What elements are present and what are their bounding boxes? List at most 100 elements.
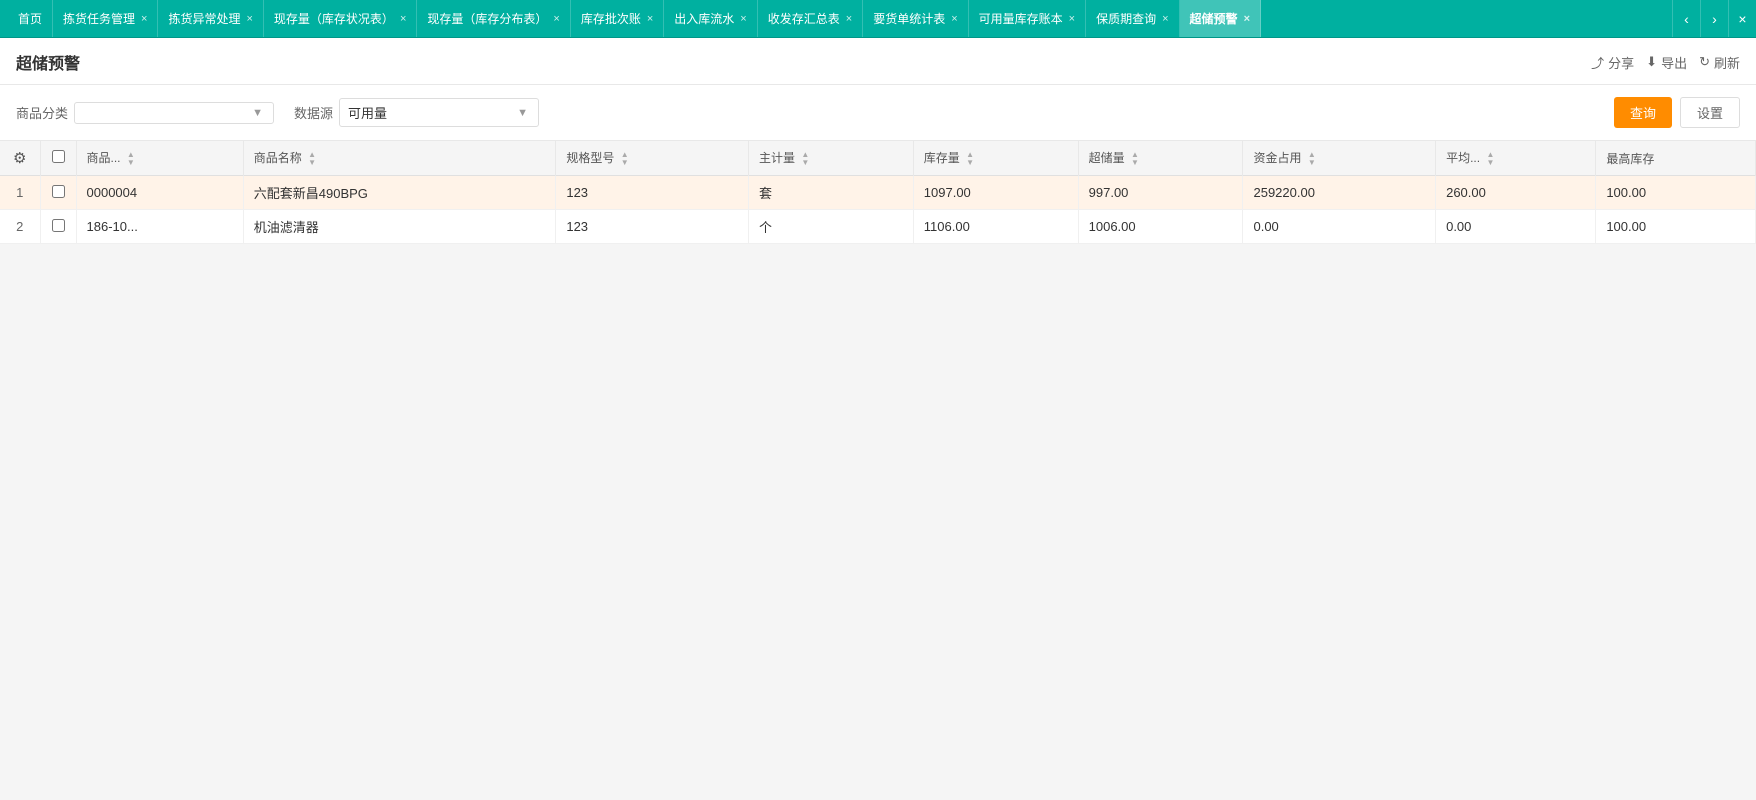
- gear-icon[interactable]: ⚙: [13, 150, 26, 167]
- close-tab-picking-task[interactable]: ×: [141, 13, 147, 25]
- row-max-stock: 100.00: [1596, 210, 1756, 244]
- row-product-name: 机油滤清器: [243, 210, 556, 244]
- nav-tab-inventory-status[interactable]: 现存量（库存状况表） ×: [264, 0, 417, 38]
- row-checkbox-cell[interactable]: [40, 210, 76, 244]
- row-stock: 1106.00: [913, 210, 1078, 244]
- close-tab-inventory-status[interactable]: ×: [400, 13, 406, 25]
- table-row: 2 186-10... 机油滤清器 123 个 1106.00 1006.00 …: [0, 210, 1756, 244]
- nav-tab-inout-flow[interactable]: 出入库流水 ×: [664, 0, 757, 38]
- row-checkbox[interactable]: [52, 185, 65, 198]
- nav-arrow-left[interactable]: ‹: [1672, 0, 1700, 38]
- export-icon: ⬇: [1646, 54, 1657, 70]
- nav-arrows: ‹ › ×: [1672, 0, 1756, 38]
- row-max-stock: 100.00: [1596, 176, 1756, 210]
- sort-product-code: ▲▼: [127, 151, 135, 167]
- data-source-label: 数据源: [294, 103, 333, 122]
- close-tab-inventory-dist[interactable]: ×: [553, 13, 559, 25]
- nav-tab-home[interactable]: 首页: [8, 0, 53, 38]
- row-checkbox-cell[interactable]: [40, 176, 76, 210]
- column-gear[interactable]: ⚙: [0, 141, 40, 176]
- column-avg[interactable]: 平均... ▲▼: [1436, 141, 1596, 176]
- product-category-filter: 商品分类 ▼: [16, 102, 274, 124]
- close-tab-available-stock[interactable]: ×: [1069, 13, 1075, 25]
- table-header-row: ⚙ 商品... ▲▼ 商品名称 ▲▼ 规格型号 ▲▼ 主计: [0, 141, 1756, 176]
- query-button[interactable]: 查询: [1614, 97, 1672, 128]
- nav-tab-picking-task[interactable]: 拣货任务管理 ×: [53, 0, 158, 38]
- close-tab-batch-account[interactable]: ×: [647, 13, 653, 25]
- close-tab-overstock[interactable]: ×: [1244, 13, 1250, 25]
- row-avg: 260.00: [1436, 176, 1596, 210]
- row-unit: 个: [748, 210, 913, 244]
- column-product-code[interactable]: 商品... ▲▼: [76, 141, 243, 176]
- close-tab-inout-flow[interactable]: ×: [740, 13, 746, 25]
- column-checkbox: [40, 141, 76, 176]
- product-category-label: 商品分类: [16, 103, 68, 122]
- refresh-icon: ↻: [1699, 54, 1710, 70]
- nav-tab-batch-account[interactable]: 库存批次账 ×: [571, 0, 664, 38]
- nav-tab-order-stats[interactable]: 要货单统计表 ×: [863, 0, 968, 38]
- product-category-arrow: ▼: [252, 107, 263, 119]
- close-tab-order-stats[interactable]: ×: [951, 13, 957, 25]
- nav-arrow-right[interactable]: ›: [1700, 0, 1728, 38]
- data-source-value: 可用量: [348, 103, 387, 122]
- page-header: 超储预警 ⤴ 分享 ⬇ 导出 ↻ 刷新: [0, 38, 1756, 85]
- filter-buttons: 查询 设置: [1614, 97, 1740, 128]
- filter-area: 商品分类 ▼ 数据源 可用量 ▼ 查询 设置: [0, 85, 1756, 141]
- page-title: 超储预警: [16, 50, 80, 74]
- row-spec: 123: [556, 210, 749, 244]
- sort-stock: ▲▼: [966, 151, 974, 167]
- sort-spec: ▲▼: [621, 151, 629, 167]
- table-row: 1 0000004 六配套新昌490BPG 123 套 1097.00 997.…: [0, 176, 1756, 210]
- sort-capital: ▲▼: [1308, 151, 1316, 167]
- share-icon: ⤴: [1591, 53, 1604, 72]
- column-capital[interactable]: 资金占用 ▲▼: [1243, 141, 1436, 176]
- row-product-code: 186-10...: [76, 210, 243, 244]
- row-stock: 1097.00: [913, 176, 1078, 210]
- data-source-select[interactable]: 可用量 ▼: [339, 98, 539, 127]
- row-product-code: 0000004: [76, 176, 243, 210]
- sort-unit: ▲▼: [801, 151, 809, 167]
- nav-tab-inventory-dist[interactable]: 现存量（库存分布表） ×: [417, 0, 570, 38]
- close-tab-summary[interactable]: ×: [846, 13, 852, 25]
- top-navigation: 首页 拣货任务管理 × 拣货异常处理 × 现存量（库存状况表） × 现存量（库存…: [0, 0, 1756, 38]
- refresh-button[interactable]: ↻ 刷新: [1699, 53, 1740, 72]
- column-spec[interactable]: 规格型号 ▲▼: [556, 141, 749, 176]
- column-stock[interactable]: 库存量 ▲▼: [913, 141, 1078, 176]
- overstock-table: ⚙ 商品... ▲▼ 商品名称 ▲▼ 规格型号 ▲▼ 主计: [0, 141, 1756, 244]
- sort-avg: ▲▼: [1486, 151, 1494, 167]
- row-overstock: 997.00: [1078, 176, 1243, 210]
- nav-tab-expiry[interactable]: 保质期查询 ×: [1086, 0, 1179, 38]
- row-number: 2: [0, 210, 40, 244]
- sort-product-name: ▲▼: [308, 151, 316, 167]
- column-overstock[interactable]: 超储量 ▲▼: [1078, 141, 1243, 176]
- product-category-select[interactable]: ▼: [74, 102, 274, 124]
- nav-arrow-more[interactable]: ×: [1728, 0, 1756, 38]
- row-unit: 套: [748, 176, 913, 210]
- row-capital: 259220.00: [1243, 176, 1436, 210]
- sort-overstock: ▲▼: [1131, 151, 1139, 167]
- nav-tab-overstock[interactable]: 超储预警 ×: [1180, 0, 1261, 38]
- row-number: 1: [0, 176, 40, 210]
- settings-button[interactable]: 设置: [1680, 97, 1740, 128]
- content-area: ⚙ 商品... ▲▼ 商品名称 ▲▼ 规格型号 ▲▼ 主计: [0, 141, 1756, 244]
- row-product-name: 六配套新昌490BPG: [243, 176, 556, 210]
- nav-tab-available-stock[interactable]: 可用量库存账本 ×: [969, 0, 1086, 38]
- column-product-name[interactable]: 商品名称 ▲▼: [243, 141, 556, 176]
- nav-tab-summary[interactable]: 收发存汇总表 ×: [758, 0, 863, 38]
- row-overstock: 1006.00: [1078, 210, 1243, 244]
- data-source-filter: 数据源 可用量 ▼: [294, 98, 539, 127]
- close-tab-expiry[interactable]: ×: [1162, 13, 1168, 25]
- row-checkbox[interactable]: [52, 219, 65, 232]
- nav-tab-picking-exception[interactable]: 拣货异常处理 ×: [158, 0, 263, 38]
- row-avg: 0.00: [1436, 210, 1596, 244]
- column-max-stock[interactable]: 最高库存: [1596, 141, 1756, 176]
- share-button[interactable]: ⤴ 分享: [1591, 53, 1634, 72]
- header-actions: ⤴ 分享 ⬇ 导出 ↻ 刷新: [1591, 53, 1740, 72]
- close-tab-picking-exception[interactable]: ×: [246, 13, 252, 25]
- select-all-checkbox[interactable]: [52, 150, 65, 163]
- row-capital: 0.00: [1243, 210, 1436, 244]
- data-source-arrow: ▼: [517, 107, 528, 119]
- row-spec: 123: [556, 176, 749, 210]
- column-unit[interactable]: 主计量 ▲▼: [748, 141, 913, 176]
- export-button[interactable]: ⬇ 导出: [1646, 53, 1687, 72]
